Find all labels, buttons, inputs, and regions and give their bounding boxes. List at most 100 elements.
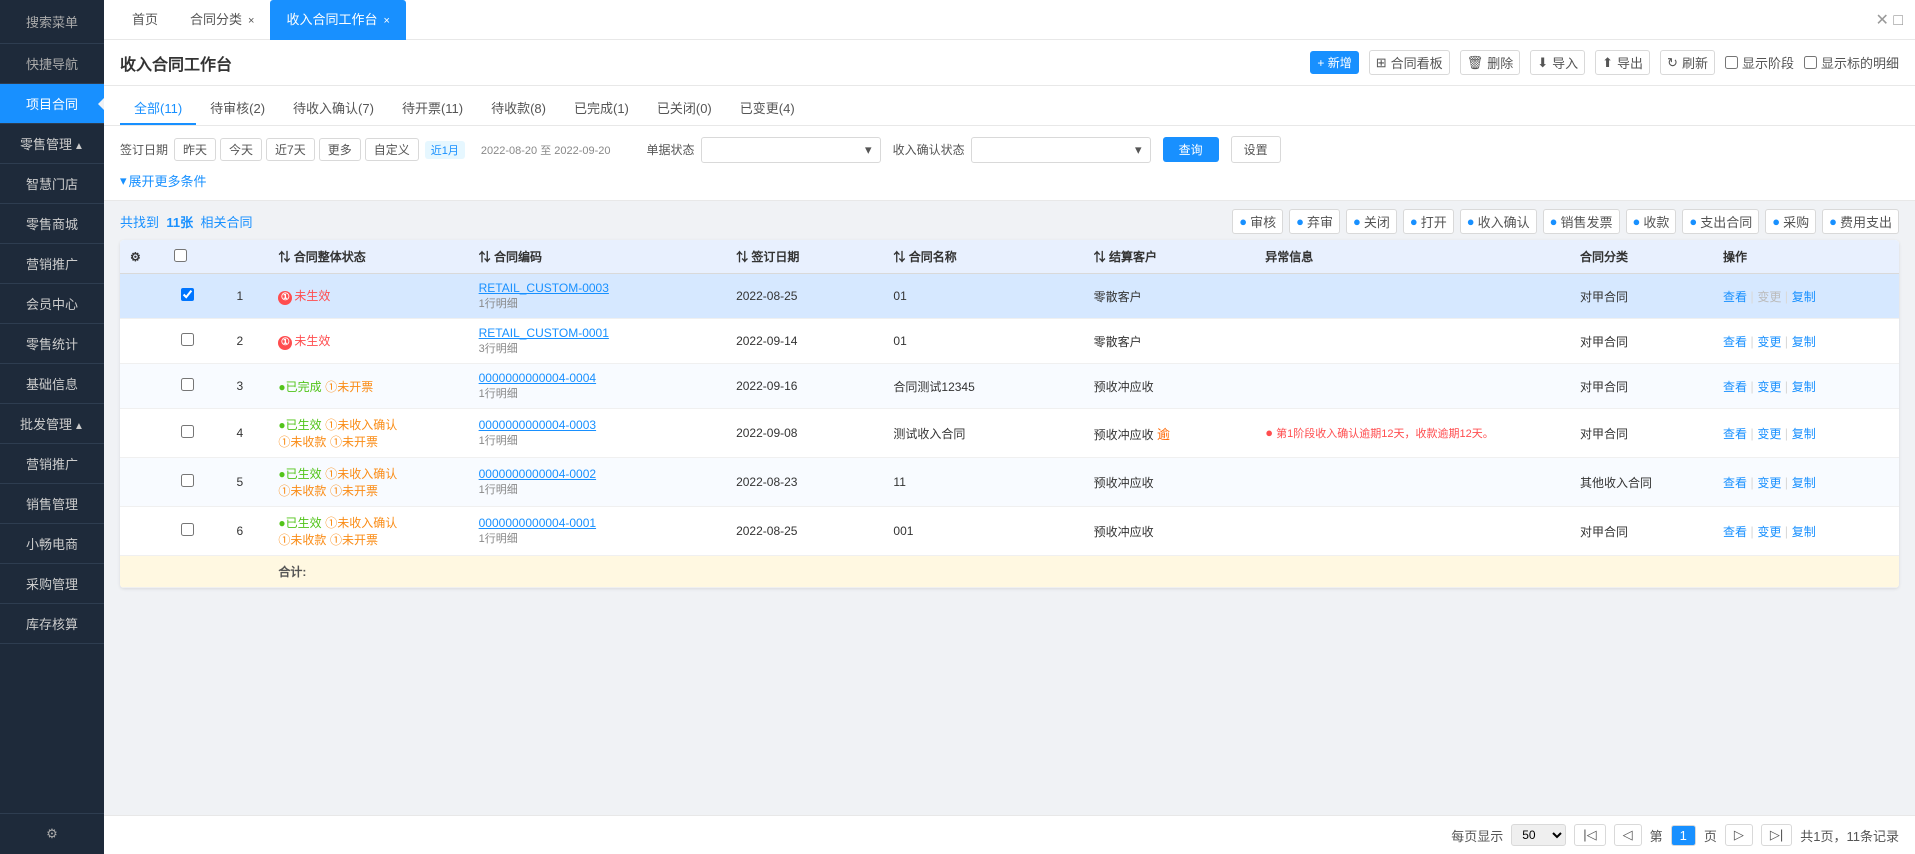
action-btn-abandon[interactable]: ●弃审 — [1289, 209, 1340, 234]
code-link[interactable]: 0000000000004-0003 — [479, 418, 596, 432]
row-checkbox[interactable] — [164, 409, 211, 458]
refresh-button[interactable]: ↻ 刷新 — [1660, 50, 1715, 75]
sidebar-item-marketing[interactable]: 营销推广 — [0, 244, 104, 284]
action-btn-close[interactable]: ●关闭 — [1346, 209, 1397, 234]
set-button[interactable]: 设置 — [1231, 136, 1281, 163]
change-button[interactable]: 变更 — [1757, 427, 1781, 441]
sidebar-item-base_info[interactable]: 基础信息 — [0, 364, 104, 404]
copy-button[interactable]: 复制 — [1792, 290, 1816, 304]
show-label-checkbox[interactable]: 显示标的明细 — [1804, 53, 1899, 72]
table-row[interactable]: 2①未生效RETAIL_CUSTOM-00013行明细2022-09-1401零… — [120, 319, 1899, 364]
query-button[interactable]: 查询 — [1163, 137, 1219, 162]
filter-tab-completed[interactable]: 已完成(1) — [560, 92, 643, 125]
delete-button[interactable]: 🗑 删除 — [1460, 50, 1521, 75]
doc-status-select[interactable]: ▾ — [701, 137, 881, 163]
change-button[interactable]: 变更 — [1757, 335, 1781, 349]
code-link[interactable]: RETAIL_CUSTOM-0003 — [479, 281, 609, 295]
row-checkbox[interactable] — [164, 458, 211, 507]
sidebar-item-project[interactable]: 项目合同 — [0, 84, 104, 124]
copy-button[interactable]: 复制 — [1792, 525, 1816, 539]
action-btn-purchase[interactable]: ●采购 — [1765, 209, 1816, 234]
sidebar-search[interactable]: 搜索菜单 — [0, 0, 104, 44]
last-page-button[interactable]: ▷| — [1761, 824, 1792, 846]
filter-tab-pending_confirm[interactable]: 待收入确认(7) — [279, 92, 388, 125]
action-btn-expense_out[interactable]: ●支出合同 — [1682, 209, 1759, 234]
code-link[interactable]: RETAIL_CUSTOM-0001 — [479, 326, 609, 340]
view-button[interactable]: 查看 — [1723, 525, 1747, 539]
sidebar-item-wholesale[interactable]: 批发管理▲ — [0, 404, 104, 444]
date-btn-自定义[interactable]: 自定义 — [365, 138, 419, 161]
window-close-button[interactable]: ✕ □ — [1875, 10, 1903, 30]
row-checkbox[interactable] — [164, 274, 211, 319]
row-checkbox[interactable] — [164, 507, 211, 556]
table-row[interactable]: 4●已生效 ①未收入确认①未收款 ①未开票0000000000004-00031… — [120, 409, 1899, 458]
copy-button[interactable]: 复制 — [1792, 427, 1816, 441]
copy-button[interactable]: 复制 — [1792, 380, 1816, 394]
action-btn-collection[interactable]: ●收款 — [1626, 209, 1677, 234]
sidebar-item-smart_store[interactable]: 智慧门店 — [0, 164, 104, 204]
filter-tab-pending_payment[interactable]: 待收款(8) — [477, 92, 560, 125]
date-active-badge[interactable]: 近1月 — [425, 141, 465, 159]
expand-more-button[interactable]: ▾ 展开更多条件 — [120, 171, 1899, 190]
export-button[interactable]: ⬆ 导出 — [1595, 50, 1650, 75]
first-page-button[interactable]: |◁ — [1574, 824, 1605, 846]
view-button[interactable]: 查看 — [1723, 427, 1747, 441]
row-checkbox[interactable] — [164, 319, 211, 364]
select-all-checkbox[interactable] — [174, 249, 187, 262]
code-link[interactable]: 0000000000004-0002 — [479, 467, 596, 481]
view-button[interactable]: 查看 — [1723, 290, 1747, 304]
copy-button[interactable]: 复制 — [1792, 476, 1816, 490]
confirm-status-select[interactable]: ▾ — [971, 137, 1151, 163]
filter-tab-pending_audit[interactable]: 待审核(2) — [196, 92, 279, 125]
sidebar-nav[interactable]: 快捷导航 — [0, 44, 104, 84]
filter-tab-changed[interactable]: 已变更(4) — [726, 92, 809, 125]
action-btn-expense_pay[interactable]: ●费用支出 — [1822, 209, 1899, 234]
copy-button[interactable]: 复制 — [1792, 335, 1816, 349]
action-btn-sales_invoice[interactable]: ●销售发票 — [1543, 209, 1620, 234]
action-btn-income_confirm[interactable]: ●收入确认 — [1460, 209, 1537, 234]
view-button[interactable]: 查看 — [1723, 476, 1747, 490]
change-button[interactable]: 变更 — [1757, 380, 1781, 394]
view-button[interactable]: 查看 — [1723, 380, 1747, 394]
table-row[interactable]: 1①未生效RETAIL_CUSTOM-00031行明细2022-08-2501零… — [120, 274, 1899, 319]
next-page-button[interactable]: ▷ — [1725, 824, 1753, 846]
tab-income_workbench[interactable]: 收入合同工作台× — [270, 0, 405, 40]
import-button[interactable]: ⬇ 导入 — [1530, 50, 1585, 75]
prev-page-button[interactable]: ◁ — [1614, 824, 1642, 846]
action-btn-audit[interactable]: ●审核 — [1232, 209, 1283, 234]
sidebar-item-xiaochange[interactable]: 小畅电商 — [0, 524, 104, 564]
tab-close-icon[interactable]: × — [248, 15, 254, 27]
code-link[interactable]: 0000000000004-0004 — [479, 371, 596, 385]
filter-tab-all[interactable]: 全部(11) — [120, 92, 196, 125]
date-btn-今天[interactable]: 今天 — [220, 138, 262, 161]
sidebar-item-retail_mall[interactable]: 零售商城 — [0, 204, 104, 244]
date-btn-近7天[interactable]: 近7天 — [266, 138, 315, 161]
filter-tab-pending_invoice[interactable]: 待开票(11) — [388, 92, 477, 125]
th-setting[interactable]: ⚙ — [120, 240, 164, 274]
table-row[interactable]: 6●已生效 ①未收入确认①未收款 ①未开票0000000000004-00011… — [120, 507, 1899, 556]
sidebar-item-marketing2[interactable]: 营销推广 — [0, 444, 104, 484]
sidebar-item-retail[interactable]: 零售管理▲ — [0, 124, 104, 164]
sidebar-item-purchase[interactable]: 采购管理 — [0, 564, 104, 604]
row-checkbox[interactable] — [164, 364, 211, 409]
board-button[interactable]: ⊞ 合同看板 — [1369, 50, 1450, 75]
date-btn-昨天[interactable]: 昨天 — [174, 138, 216, 161]
filter-tab-closed[interactable]: 已关闭(0) — [643, 92, 726, 125]
tab-contract_type[interactable]: 合同分类× — [174, 0, 270, 40]
sidebar-item-inventory[interactable]: 库存核算 — [0, 604, 104, 644]
show-stage-checkbox[interactable]: 显示阶段 — [1725, 53, 1794, 72]
view-button[interactable]: 查看 — [1723, 335, 1747, 349]
sidebar-item-member[interactable]: 会员中心 — [0, 284, 104, 324]
sidebar-item-sales_mgmt[interactable]: 销售管理 — [0, 484, 104, 524]
change-button[interactable]: 变更 — [1757, 525, 1781, 539]
date-btn-更多[interactable]: 更多 — [319, 138, 361, 161]
action-btn-open[interactable]: ●打开 — [1403, 209, 1454, 234]
code-link[interactable]: 0000000000004-0001 — [479, 516, 596, 530]
tab-home[interactable]: 首页 — [116, 0, 174, 40]
new-button[interactable]: + 新增 — [1310, 51, 1358, 74]
change-button[interactable]: 变更 — [1757, 476, 1781, 490]
settings-icon[interactable]: ⚙ — [0, 813, 104, 854]
table-row[interactable]: 5●已生效 ①未收入确认①未收款 ①未开票0000000000004-00021… — [120, 458, 1899, 507]
tab-close-icon[interactable]: × — [383, 15, 389, 27]
table-row[interactable]: 3●已完成 ①未开票0000000000004-00041行明细2022-09-… — [120, 364, 1899, 409]
